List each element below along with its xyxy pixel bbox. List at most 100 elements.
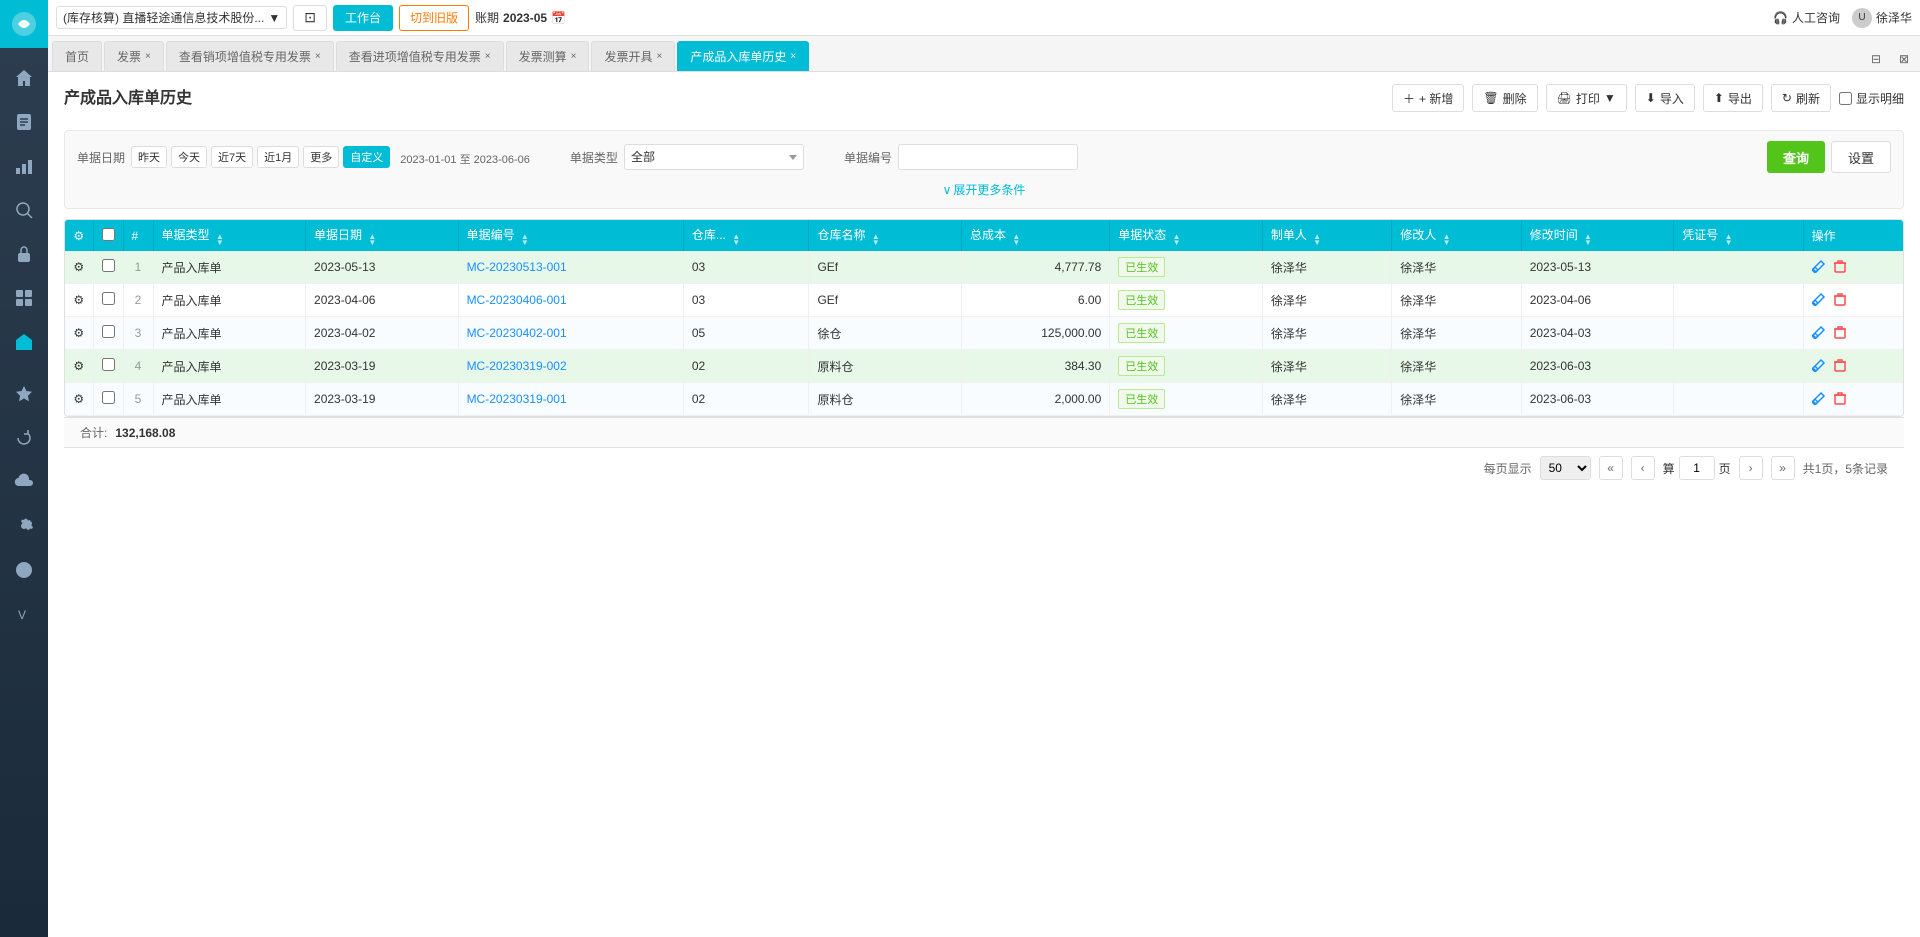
row-delete-icon[interactable] [1833,358,1847,372]
import-btn[interactable]: ⬇ 导入 [1635,84,1695,112]
row-edit-icon[interactable] [1812,391,1826,405]
date-btn-more[interactable]: 更多 [303,146,339,168]
switch-btn[interactable]: 切到旧版 [399,5,469,31]
tab-calc[interactable]: 发票测算 × [506,41,590,71]
page-input[interactable] [1679,456,1715,480]
col-status[interactable]: 单据状态 ▲▼ [1110,220,1263,251]
col-settings[interactable]: ⚙ [65,220,93,251]
sidebar-item-grid[interactable] [0,276,48,320]
col-warehouse-code[interactable]: 仓库... ▲▼ [683,220,809,251]
col-number[interactable]: 单据编号 ▲▼ [458,220,683,251]
sidebar-item-v[interactable]: V [0,592,48,636]
col-total-cost[interactable]: 总成本 ▲▼ [961,220,1109,251]
row-checkbox[interactable] [93,251,123,284]
user-menu[interactable]: U 徐泽华 [1852,8,1912,28]
row-number-link[interactable]: MC-20230319-001 [467,392,567,406]
tab-product-history-close[interactable]: × [790,51,796,62]
tab-product-history[interactable]: 产成品入库单历史 × [677,41,809,71]
expand-btn[interactable]: ∨ 展开更多条件 [943,181,1026,198]
row-settings[interactable]: ⚙ [65,284,93,317]
row-number-link[interactable]: MC-20230319-002 [467,359,567,373]
set-btn[interactable]: 设置 [1831,141,1891,173]
sidebar-item-settings[interactable] [0,504,48,548]
sidebar-item-lock[interactable] [0,232,48,276]
show-detail-input[interactable] [1839,92,1852,105]
col-modify-time[interactable]: 修改时间 ▲▼ [1521,220,1674,251]
col-type[interactable]: 单据类型 ▲▼ [153,220,306,251]
row-delete-icon[interactable] [1833,259,1847,273]
col-date[interactable]: 单据日期 ▲▼ [306,220,459,251]
copy-btn[interactable]: ⊡ [293,5,327,31]
row-settings[interactable]: ⚙ [65,350,93,383]
workbench-btn[interactable]: 工作台 [333,5,393,31]
row-checkbox[interactable] [93,284,123,317]
row-edit-icon[interactable] [1812,292,1826,306]
row-delete-icon[interactable] [1833,325,1847,339]
sidebar-item-home[interactable] [0,56,48,100]
sidebar-item-refresh[interactable] [0,416,48,460]
sidebar-item-analysis[interactable] [0,188,48,232]
tab-check-output[interactable]: 查看销项增值税专用发票 × [166,41,334,71]
row-checkbox[interactable] [93,317,123,350]
col-warehouse-name[interactable]: 仓库名称 ▲▼ [809,220,962,251]
row-edit-icon[interactable] [1812,259,1826,273]
tab-calc-close[interactable]: × [571,51,577,62]
date-btn-yesterday[interactable]: 昨天 [131,146,167,168]
company-selector[interactable]: (库存核算) 直播轻途通信息技术股份... ▼ [56,6,287,29]
row-number-link[interactable]: MC-20230402-001 [467,326,567,340]
row-number[interactable]: MC-20230319-001 [458,383,683,416]
row-number[interactable]: MC-20230402-001 [458,317,683,350]
last-page-btn[interactable]: » [1771,456,1795,480]
support-btn[interactable]: 🎧 人工咨询 [1773,9,1840,26]
refresh-btn[interactable]: ↻ 刷新 [1771,84,1831,112]
row-settings[interactable]: ⚙ [65,251,93,284]
show-detail-checkbox[interactable]: 显示明细 [1839,90,1904,107]
row-settings[interactable]: ⚙ [65,317,93,350]
row-edit-icon[interactable] [1812,358,1826,372]
tab-check-input-close[interactable]: × [485,51,491,62]
per-page-select[interactable]: 10 20 50 100 [1540,456,1591,480]
prev-page-btn[interactable]: ‹ [1631,456,1655,480]
col-creator[interactable]: 制单人 ▲▼ [1262,220,1391,251]
date-btn-today[interactable]: 今天 [171,146,207,168]
date-btn-7days[interactable]: 近7天 [211,146,253,168]
next-page-btn[interactable]: › [1739,456,1763,480]
sidebar-item-docs[interactable] [0,100,48,144]
new-btn[interactable]: ＋ + 新增 [1392,84,1464,112]
export-btn[interactable]: ⬆ 导出 [1703,84,1763,112]
row-checkbox[interactable] [93,383,123,416]
col-modifier[interactable]: 修改人 ▲▼ [1392,220,1521,251]
print-btn[interactable]: 🖨 打印 ▼ [1546,84,1627,112]
sidebar-item-chart[interactable] [0,144,48,188]
row-delete-icon[interactable] [1833,292,1847,306]
date-btn-custom[interactable]: 自定义 [343,146,390,168]
tab-check-output-close[interactable]: × [315,51,321,62]
query-btn[interactable]: 查询 [1767,141,1825,173]
sidebar-item-star[interactable] [0,372,48,416]
row-number[interactable]: MC-20230319-002 [458,350,683,383]
row-number[interactable]: MC-20230406-001 [458,284,683,317]
tab-maximize-btn[interactable]: ⊠ [1892,47,1916,71]
row-delete-icon[interactable] [1833,391,1847,405]
tab-minimize-btn[interactable]: ⊟ [1864,47,1888,71]
select-all-checkbox[interactable] [102,228,115,241]
number-input[interactable] [898,144,1078,170]
row-checkbox[interactable] [93,350,123,383]
row-number-link[interactable]: MC-20230406-001 [467,293,567,307]
calendar-icon[interactable]: 📅 [551,11,566,25]
type-select[interactable]: 全部 [624,144,804,170]
sidebar-item-cloud[interactable] [0,460,48,504]
sidebar-item-warehouse[interactable] [0,320,48,364]
col-voucher[interactable]: 凭证号 ▲▼ [1674,220,1803,251]
row-edit-icon[interactable] [1812,325,1826,339]
row-number[interactable]: MC-20230513-001 [458,251,683,284]
tab-invoice[interactable]: 发票 × [104,41,164,71]
tab-open[interactable]: 发票开具 × [591,41,675,71]
sidebar-item-play[interactable] [0,548,48,592]
tab-check-input[interactable]: 查看进项增值税专用发票 × [336,41,504,71]
delete-btn[interactable]: 🗑 删除 [1472,84,1537,112]
tab-open-close[interactable]: × [656,51,662,62]
date-btn-1month[interactable]: 近1月 [257,146,299,168]
row-settings[interactable]: ⚙ [65,383,93,416]
tab-invoice-close[interactable]: × [145,51,151,62]
